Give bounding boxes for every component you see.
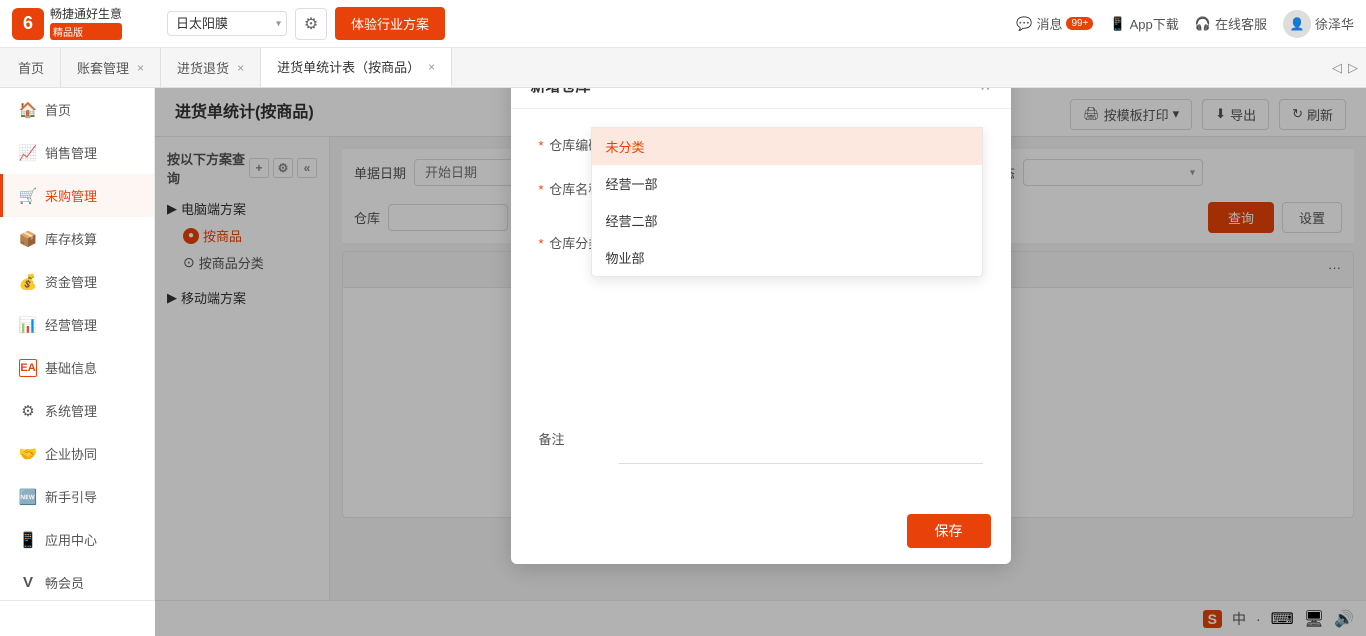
- gear-icon: ⚙: [304, 14, 318, 34]
- sidebar-item-guide[interactable]: 🆕 新手引导: [0, 475, 154, 518]
- sidebar-label-guide: 新手引导: [45, 487, 97, 506]
- search-select-wrap[interactable]: 日太阳膜: [167, 11, 287, 36]
- online-service-nav-item[interactable]: 🎧 在线客服: [1195, 14, 1267, 33]
- dropdown-item-uncategorized[interactable]: 未分类: [592, 128, 982, 165]
- sidebar-item-sales[interactable]: 📈 销售管理: [0, 131, 154, 174]
- sidebar-label-app-center: 应用中心: [45, 530, 97, 549]
- logo-text-block: 畅捷通好生意 精品版: [50, 7, 122, 40]
- system-icon: ⚙: [19, 402, 37, 420]
- sidebar-item-system[interactable]: ⚙ 系统管理: [0, 389, 154, 432]
- dialog-header: 新增仓库 ×: [511, 88, 1011, 109]
- tab-prev-icon[interactable]: ◁: [1332, 60, 1342, 76]
- trial-industry-button[interactable]: 体验行业方案: [335, 7, 445, 40]
- warehouse-note-textarea[interactable]: [619, 423, 983, 464]
- sidebar-item-basic-info[interactable]: EA 基础信息: [0, 346, 154, 389]
- avatar: 👤: [1283, 10, 1311, 38]
- dialog-body: * 仓库编码 * 仓库名称 请输入仓库名称: [511, 109, 1011, 502]
- sidebar-label-enterprise: 企业协同: [45, 444, 97, 463]
- sidebar-label-management: 经营管理: [45, 315, 97, 334]
- dropdown-item-dept1[interactable]: 经营一部: [592, 165, 982, 202]
- settings-gear-button[interactable]: ⚙: [295, 8, 327, 40]
- logo-area: 6 畅捷通好生意 精品版: [12, 7, 167, 40]
- dropdown-item-dept2[interactable]: 经营二部: [592, 202, 982, 239]
- finance-icon: 💰: [19, 273, 37, 291]
- management-icon: 📊: [19, 316, 37, 334]
- form-label-note: 备注: [539, 423, 619, 448]
- content-area: 进货单统计(按商品) 🖨 按模板打印 ▾ ⬇ 导出 ↻ 刷新: [155, 88, 1366, 636]
- sales-icon: 📈: [19, 144, 37, 162]
- sidebar-item-app-center[interactable]: 📱 应用中心: [0, 518, 154, 561]
- tab-purchase-return[interactable]: 进货退货 ×: [161, 48, 261, 87]
- add-warehouse-dialog: 新增仓库 × * 仓库编码 * 仓库名称: [511, 88, 1011, 564]
- tab-next-icon[interactable]: ▷: [1348, 60, 1358, 76]
- purchase-icon: 🛒: [19, 187, 37, 205]
- guide-icon: 🆕: [19, 488, 37, 506]
- category-dropdown-list: 未分类 经营一部 经营二部 物业部: [591, 127, 983, 277]
- sidebar-item-finance[interactable]: 💰 资金管理: [0, 260, 154, 303]
- tab-close-purchase-return[interactable]: ×: [237, 61, 244, 75]
- message-icon: 💬: [1016, 16, 1032, 32]
- tab-bar-actions: ◁ ▷: [1324, 48, 1366, 87]
- sidebar-item-home[interactable]: 🏠 首页: [0, 88, 154, 131]
- basic-info-icon: EA: [19, 359, 37, 377]
- dialog-close-button[interactable]: ×: [980, 88, 991, 95]
- user-avatar-area[interactable]: 👤 徐泽华: [1283, 10, 1354, 38]
- dialog-footer: 保存: [511, 502, 1011, 564]
- headset-icon: 🎧: [1195, 16, 1211, 32]
- sidebar-item-purchase[interactable]: 🛒 采购管理: [0, 174, 154, 217]
- notification-badge: 99+: [1066, 17, 1093, 30]
- sidebar-label-inventory: 库存核算: [45, 229, 97, 248]
- tab-close-account[interactable]: ×: [137, 61, 144, 75]
- sidebar-label-basic-info: 基础信息: [45, 358, 97, 377]
- form-row-note: 备注: [539, 423, 983, 464]
- tab-account[interactable]: 账套管理 ×: [61, 48, 161, 87]
- header-right-area: 💬 消息 99+ 📱 App下载 🎧 在线客服 👤 徐泽华: [1016, 10, 1354, 38]
- sidebar-label-member: 畅会员: [45, 573, 84, 592]
- app-logo-icon: 6: [12, 8, 44, 40]
- enterprise-icon: 🤝: [19, 445, 37, 463]
- tab-purchase-stats[interactable]: 进货单统计表（按商品） ×: [261, 48, 452, 87]
- dropdown-item-property[interactable]: 物业部: [592, 239, 982, 276]
- sidebar-label-system: 系统管理: [45, 401, 97, 420]
- sidebar-label-finance: 资金管理: [45, 272, 97, 291]
- app-center-icon: 📱: [19, 531, 37, 549]
- dialog-title: 新增仓库: [531, 88, 591, 96]
- message-nav-item[interactable]: 💬 消息 99+: [1016, 14, 1093, 33]
- sidebar: 🏠 首页 📈 销售管理 🛒 采购管理 📦 库存核算 💰 资金管理 📊 经营管理 …: [0, 88, 155, 636]
- tab-bar: 首页 账套管理 × 进货退货 × 进货单统计表（按商品） × ◁ ▷: [0, 48, 1366, 88]
- sidebar-item-management[interactable]: 📊 经营管理: [0, 303, 154, 346]
- inventory-icon: 📦: [19, 230, 37, 248]
- sidebar-label-home: 首页: [45, 100, 71, 119]
- save-button[interactable]: 保存: [907, 514, 991, 548]
- tab-close-purchase-stats[interactable]: ×: [428, 60, 435, 74]
- tab-home[interactable]: 首页: [2, 48, 61, 87]
- sidebar-item-member[interactable]: V 畅会员: [0, 561, 154, 604]
- home-icon: 🏠: [19, 101, 37, 119]
- sidebar-label-sales: 销售管理: [45, 143, 97, 162]
- sidebar-item-inventory[interactable]: 📦 库存核算: [0, 217, 154, 260]
- mobile-icon: 📱: [1109, 16, 1125, 32]
- top-header: 6 畅捷通好生意 精品版 日太阳膜 ⚙ 体验行业方案 💬 消息 99+ 📱 Ap…: [0, 0, 1366, 48]
- store-select[interactable]: 日太阳膜: [167, 11, 287, 36]
- sidebar-label-purchase: 采购管理: [45, 186, 97, 205]
- app-download-nav-item[interactable]: 📱 App下载: [1109, 14, 1178, 33]
- member-icon: V: [19, 574, 37, 592]
- logo-subtitle: 畅捷通好生意: [50, 7, 122, 23]
- sidebar-item-enterprise[interactable]: 🤝 企业协同: [0, 432, 154, 475]
- logo-badge: 精品版: [50, 23, 122, 40]
- main-layout: 🏠 首页 📈 销售管理 🛒 采购管理 📦 库存核算 💰 资金管理 📊 经营管理 …: [0, 88, 1366, 636]
